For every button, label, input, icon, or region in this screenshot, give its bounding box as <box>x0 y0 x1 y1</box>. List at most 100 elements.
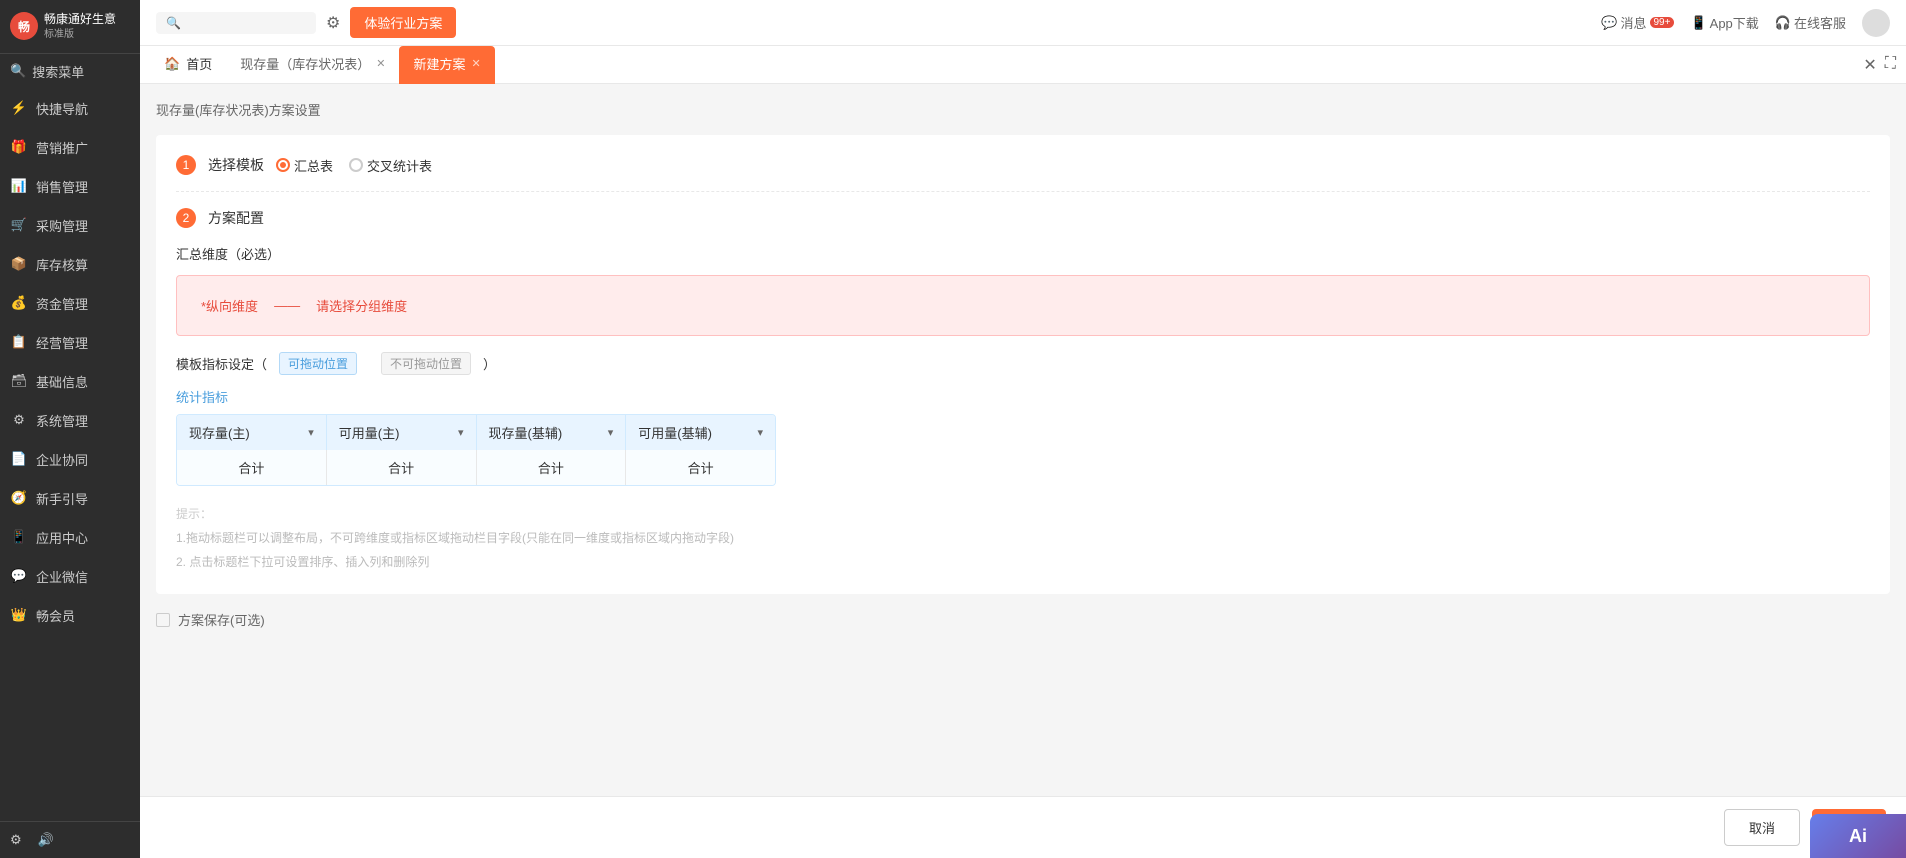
indicator-setting-prefix: 模板指标设定（ <box>176 354 267 373</box>
cancel-button[interactable]: 取消 <box>1724 809 1800 846</box>
step2-badge: 2 <box>176 208 196 228</box>
page-title: 现存量(库存状况表)方案设置 <box>156 100 1890 119</box>
step1-label: 选择模板 <box>208 155 264 175</box>
search-box[interactable]: 🔍 <box>156 12 316 34</box>
chevron-down-icon-4: ▾ <box>757 426 763 439</box>
stats-col-3-header[interactable]: 现存量(基辅) ▾ <box>477 415 627 450</box>
radio-dot-cross <box>349 158 363 172</box>
basic-icon: 🗃 <box>10 372 28 390</box>
save-label: 方案保存(可选) <box>178 610 265 629</box>
sidebar-item-guide[interactable]: 🧭 新手引导 <box>0 479 140 518</box>
message-icon: 💬 <box>1601 15 1617 31</box>
dimension-box[interactable]: *纵向维度 —— 请选择分组维度 <box>176 275 1870 336</box>
step2-label: 方案配置 <box>208 208 264 228</box>
sales-icon: 📊 <box>10 177 28 195</box>
logo-text: 畅康通好生意 标准版 <box>44 12 116 41</box>
sound-bottom-btn[interactable]: 🔊 <box>38 832 54 848</box>
guide-icon: 🧭 <box>10 489 28 507</box>
headset-icon: 🎧 <box>1775 15 1791 31</box>
settings-bottom-btn[interactable]: ⚙ <box>10 832 22 848</box>
sidebar-item-apps[interactable]: 📱 应用中心 <box>0 518 140 557</box>
purchase-icon: 🛒 <box>10 216 28 234</box>
dimension-dash: —— <box>274 298 300 313</box>
tag-draggable: 可拖动位置 <box>279 352 357 375</box>
stats-table-body: 合计 合计 合计 合计 <box>177 450 775 485</box>
indicator-setting-row: 模板指标设定（ 可拖动位置 不可拖动位置 ） <box>176 352 1870 375</box>
user-avatar[interactable] <box>1862 9 1890 37</box>
tag-not-draggable: 不可拖动位置 <box>381 352 471 375</box>
sidebar-item-enterprise[interactable]: 📄 企业协同 <box>0 440 140 479</box>
sidebar-item-inventory[interactable]: 📦 库存核算 <box>0 245 140 284</box>
radio-dot-summary <box>276 158 290 172</box>
sidebar-item-basic[interactable]: 🗃 基础信息 <box>0 362 140 401</box>
wechat-icon: 💬 <box>10 567 28 585</box>
search-menu-item[interactable]: 🔍 搜索菜单 <box>0 54 140 89</box>
tab-home[interactable]: 🏠 首页 <box>150 46 226 84</box>
sidebar-item-nav[interactable]: ⚡ 快捷导航 <box>0 89 140 128</box>
stats-table: 现存量(主) ▾ 可用量(主) ▾ 现存量(基辅) ▾ 可用量(基辅) ▾ <box>176 414 776 486</box>
tab-new-plan-close[interactable]: ✕ <box>471 57 480 70</box>
ai-float-button[interactable]: Ai <box>1810 814 1906 858</box>
gear-button[interactable]: ⚙ <box>326 13 340 33</box>
sidebar-item-purchase[interactable]: 🛒 采购管理 <box>0 206 140 245</box>
vertical-dimension-label: *纵向维度 <box>201 296 258 315</box>
sidebar-item-system[interactable]: ⚙ 系统管理 <box>0 401 140 440</box>
online-service-badge[interactable]: 🎧 在线客服 <box>1775 13 1846 32</box>
sidebar-bottom: ⚙ 🔊 <box>0 821 140 858</box>
messages-badge[interactable]: 💬 消息 99+ <box>1601 13 1674 32</box>
stats-section-label: 统计指标 <box>176 387 1870 406</box>
sidebar-nav: ⚡ 快捷导航 🎁 营销推广 📊 销售管理 🛒 采购管理 📦 库存核算 💰 资金管… <box>0 89 140 821</box>
stats-col-4-header[interactable]: 可用量(基辅) ▾ <box>626 415 775 450</box>
tab-new-plan[interactable]: 新建方案 ✕ <box>399 46 494 84</box>
close-panel-button[interactable]: ✕ <box>1863 55 1876 75</box>
template-radio-group: 汇总表 交叉统计表 <box>276 156 432 175</box>
sidebar-item-finance[interactable]: 💰 资金管理 <box>0 284 140 323</box>
stats-body-col-4: 合计 <box>626 450 775 485</box>
tab-inventory[interactable]: 现存量（库存状况表） ✕ <box>226 46 399 84</box>
step2-row: 2 方案配置 <box>176 208 1870 228</box>
finance-icon: 💰 <box>10 294 28 312</box>
home-icon: 🏠 <box>164 56 180 72</box>
search-icon: 🔍 <box>10 63 26 79</box>
nav-icon: ⚡ <box>10 99 28 117</box>
marketing-icon: 🎁 <box>10 138 28 156</box>
enterprise-icon: 📄 <box>10 450 28 468</box>
indicator-setting-suffix: ） <box>483 354 496 373</box>
stats-table-header: 现存量(主) ▾ 可用量(主) ▾ 现存量(基辅) ▾ 可用量(基辅) ▾ <box>177 415 775 450</box>
tab-inventory-close[interactable]: ✕ <box>376 57 385 70</box>
logo-icon: 畅 <box>10 12 38 40</box>
step1-row: 1 选择模板 汇总表 交叉统计表 <box>176 155 1870 175</box>
sidebar-item-member[interactable]: 👑 畅会员 <box>0 596 140 635</box>
topbar-right: 💬 消息 99+ 📱 App下载 🎧 在线客服 <box>1601 9 1890 37</box>
tabs-bar: 🏠 首页 现存量（库存状况表） ✕ 新建方案 ✕ ✕ ⛶ <box>140 46 1906 84</box>
radio-summary[interactable]: 汇总表 <box>276 156 333 175</box>
operations-icon: 📋 <box>10 333 28 351</box>
tip-2: 2. 点击标题栏下拉可设置排序、插入列和删除列 <box>176 550 1870 574</box>
tips-title: 提示： <box>176 507 212 521</box>
sidebar-item-operations[interactable]: 📋 经营管理 <box>0 323 140 362</box>
chevron-down-icon-3: ▾ <box>608 426 614 439</box>
sidebar-item-marketing[interactable]: 🎁 营销推广 <box>0 128 140 167</box>
stats-body-col-1: 合计 <box>177 450 327 485</box>
tabs-actions: ✕ ⛶ <box>1863 55 1896 75</box>
sidebar-logo: 畅 畅康通好生意 标准版 <box>0 0 140 54</box>
app-icon: 📱 <box>1690 15 1706 31</box>
dimension-placeholder: 请选择分组维度 <box>316 296 407 315</box>
expand-panel-button[interactable]: ⛶ <box>1885 55 1896 75</box>
content-area: 现存量(库存状况表)方案设置 1 选择模板 汇总表 交叉统计表 <box>140 84 1906 796</box>
search-box-icon: 🔍 <box>166 16 181 30</box>
stats-col-1-header[interactable]: 现存量(主) ▾ <box>177 415 327 450</box>
inventory-icon: 📦 <box>10 255 28 273</box>
app-download-badge[interactable]: 📱 App下载 <box>1690 13 1758 32</box>
stats-col-2-header[interactable]: 可用量(主) ▾ <box>327 415 477 450</box>
save-checkbox[interactable] <box>156 613 170 627</box>
sidebar-item-sales[interactable]: 📊 销售管理 <box>0 167 140 206</box>
radio-cross[interactable]: 交叉统计表 <box>349 156 432 175</box>
trial-industry-button[interactable]: 体验行业方案 <box>350 7 456 38</box>
sidebar-item-wechat[interactable]: 💬 企业微信 <box>0 557 140 596</box>
summary-dimension-label: 汇总维度（必选） <box>176 244 1870 263</box>
step1-badge: 1 <box>176 155 196 175</box>
apps-icon: 📱 <box>10 528 28 546</box>
sidebar: 畅 畅康通好生意 标准版 🔍 搜索菜单 ⚡ 快捷导航 🎁 营销推广 📊 销售管理… <box>0 0 140 858</box>
bottom-bar: 取消 查询 <box>140 796 1906 858</box>
